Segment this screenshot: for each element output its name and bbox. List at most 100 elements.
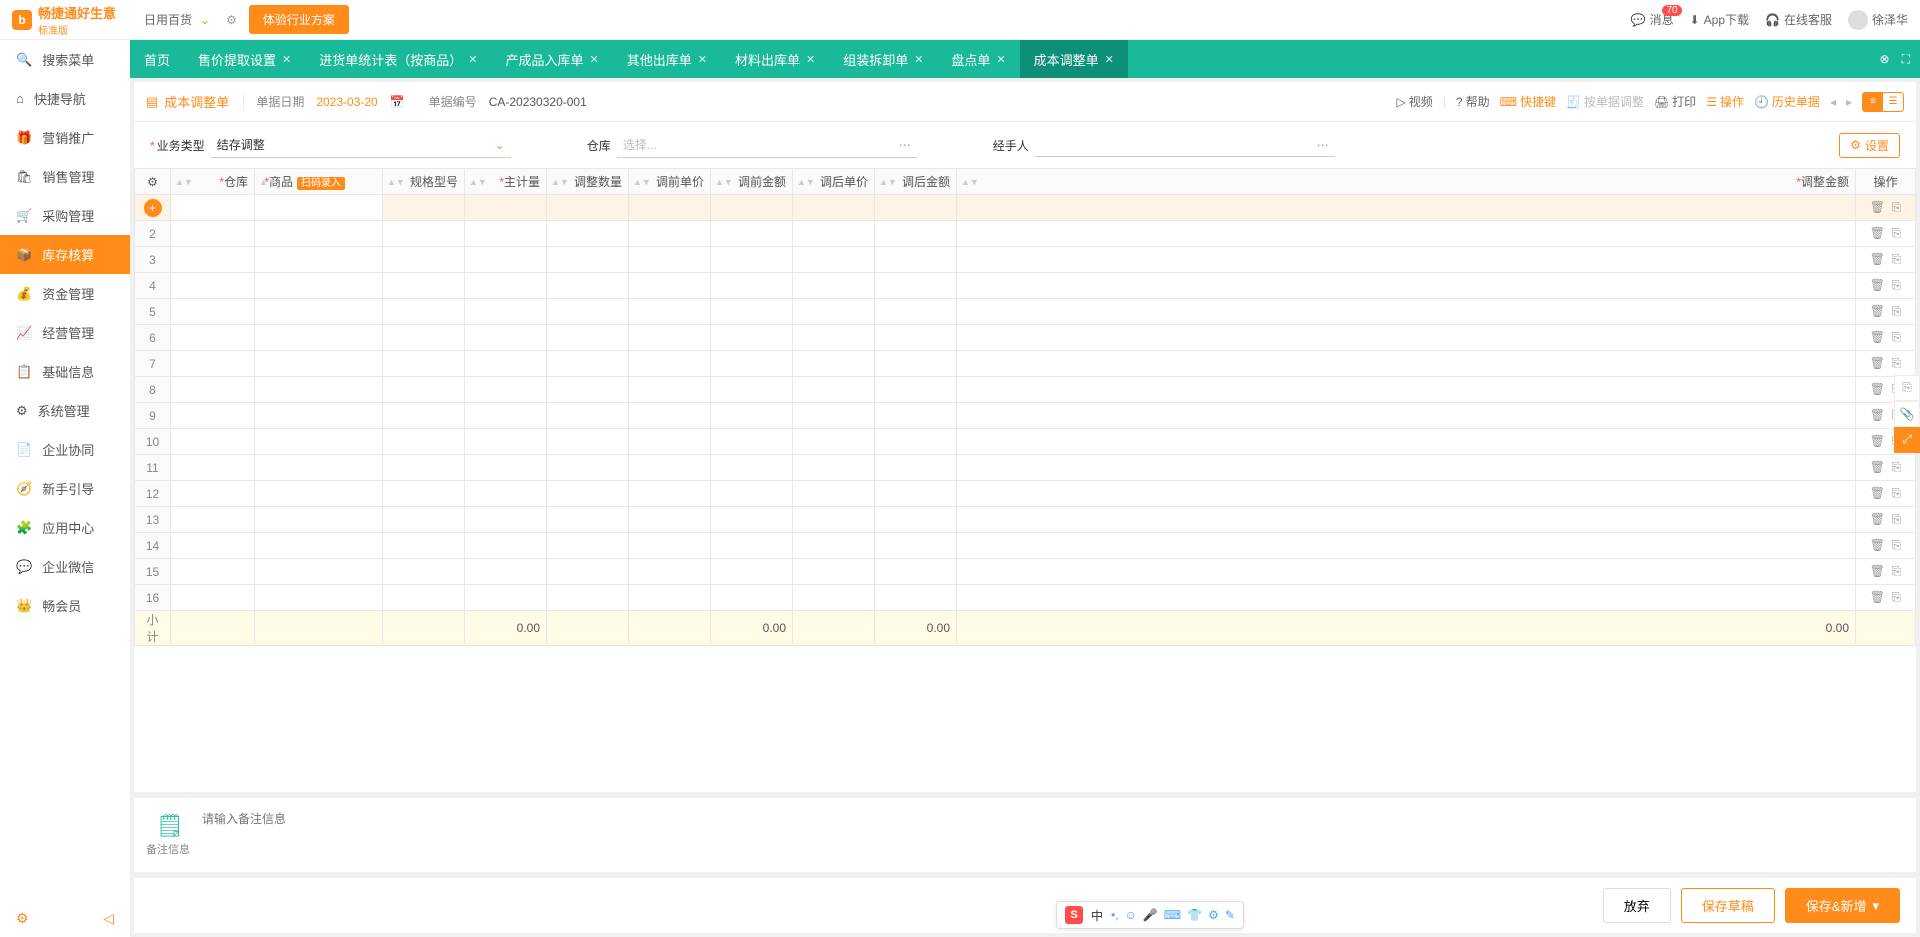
table-row[interactable]: 4🗑 ⎘ [135, 273, 1916, 299]
col-adj-amount[interactable]: ▲▼*调整金额 [957, 169, 1856, 195]
col-pre-amount[interactable]: ▲▼调前金额 [711, 169, 793, 195]
sidebar-item-wechat[interactable]: 💬企业微信 [0, 547, 130, 586]
handler-field[interactable]: 经手人 ⋯ [993, 134, 1335, 157]
by-ticket-button[interactable]: 🧾按单据调整 [1566, 93, 1644, 110]
help-button[interactable]: ?帮助 [1456, 93, 1490, 110]
online-service-button[interactable]: 🎧 在线客服 [1765, 11, 1832, 28]
messages-button[interactable]: 💬 消息 70 [1631, 11, 1674, 28]
close-icon[interactable]: ✕ [806, 53, 815, 66]
delete-icon[interactable]: 🗑 [1870, 564, 1885, 578]
close-icon[interactable]: ✕ [914, 53, 923, 66]
more-icon[interactable]: ⋯ [899, 138, 911, 152]
tab[interactable]: 首页 [130, 40, 184, 78]
operate-button[interactable]: ☰操作 [1706, 93, 1744, 110]
ime-bar[interactable]: S 中 •,☺🎤⌨👕⚙✎ [1056, 901, 1244, 929]
table-row[interactable]: 6🗑 ⎘ [135, 325, 1916, 351]
app-download-button[interactable]: ⬇ App下载 [1690, 11, 1749, 28]
col-adj-qty[interactable]: ▲▼调整数量 [547, 169, 629, 195]
delete-icon[interactable]: 🗑 [1870, 538, 1885, 552]
close-icon[interactable]: ✕ [698, 53, 707, 66]
remarks-input[interactable] [202, 810, 1904, 860]
table-row[interactable]: 8🗑 ⎘ [135, 377, 1916, 403]
card-view-icon[interactable]: ☰ [1883, 93, 1903, 111]
tab[interactable]: 产成品入库单✕ [491, 40, 612, 78]
tab[interactable]: 材料出库单✕ [721, 40, 829, 78]
chevron-down-icon[interactable]: ⌄ [495, 138, 505, 152]
sidebar-item-appcenter[interactable]: 🧩应用中心 [0, 508, 130, 547]
save-draft-button[interactable]: 保存草稿 [1681, 888, 1775, 923]
delete-icon[interactable]: 🗑 [1870, 434, 1885, 448]
delete-icon[interactable]: 🗑 [1870, 460, 1885, 474]
copy-icon[interactable]: ⎘ [1892, 460, 1902, 475]
tab[interactable]: 盘点单✕ [937, 40, 1019, 78]
copy-icon[interactable]: ⎘ [1892, 330, 1902, 345]
copy-icon[interactable]: ⎘ [1892, 512, 1902, 527]
copy-icon[interactable]: ⎘ [1892, 200, 1902, 215]
tab[interactable]: 其他出库单✕ [613, 40, 721, 78]
col-post-amount[interactable]: ▲▼调后金额 [875, 169, 957, 195]
delete-icon[interactable]: 🗑 [1870, 278, 1885, 292]
copy-icon[interactable]: ⎘ [1892, 304, 1902, 319]
delete-icon[interactable]: 🗑 [1870, 304, 1885, 318]
table-row[interactable]: 16🗑 ⎘ [135, 585, 1916, 611]
copy-icon[interactable]: ⎘ [1892, 226, 1902, 241]
doc-date[interactable]: 2023-03-20 [316, 95, 377, 109]
copy-icon[interactable]: ⎘ [1892, 252, 1902, 267]
sidebar-item-system[interactable]: ⚙系统管理 [0, 391, 130, 430]
biz-type-field[interactable]: *业务类型 结存调整 ⌄ [150, 132, 511, 158]
delete-icon[interactable]: 🗑 [1870, 252, 1885, 266]
table-row[interactable]: 7🗑 ⎘ [135, 351, 1916, 377]
calendar-icon[interactable]: 📅 [390, 95, 405, 109]
prev-icon[interactable]: ◂ [1830, 95, 1836, 109]
copy-icon[interactable]: ⎘ [1892, 486, 1902, 501]
table-row[interactable]: 3🗑 ⎘ [135, 247, 1916, 273]
sidebar-item-marketing[interactable]: 🎁营销推广 [0, 118, 130, 157]
sidebar-item-guide[interactable]: 🧭新手引导 [0, 469, 130, 508]
collapse-icon[interactable]: ◁ [103, 910, 114, 927]
copy-icon[interactable]: ⎘ [1892, 278, 1902, 293]
table-row[interactable]: 12🗑 ⎘ [135, 481, 1916, 507]
ime-tools[interactable]: •,☺🎤⌨👕⚙✎ [1111, 908, 1235, 922]
copy-icon[interactable]: ⎘ [1892, 356, 1902, 371]
rail-copy-icon[interactable]: ⎘ [1894, 375, 1920, 401]
sidebar-item-collab[interactable]: 📄企业协同 [0, 430, 130, 469]
list-view-icon[interactable]: ≡ [1863, 93, 1883, 111]
sidebar-item-business[interactable]: 📈经营管理 [0, 313, 130, 352]
shortcut-button[interactable]: ⌨快捷键 [1500, 93, 1556, 110]
sidebar-item-purchase[interactable]: 🛒采购管理 [0, 196, 130, 235]
rail-attach-icon[interactable]: 📎 [1894, 401, 1920, 427]
tab[interactable]: 组装拆卸单✕ [829, 40, 937, 78]
col-settings[interactable]: ⚙ [135, 169, 171, 195]
table-row[interactable]: +🗑 ⎘ [135, 195, 1916, 221]
delete-icon[interactable]: 🗑 [1870, 382, 1885, 396]
copy-icon[interactable]: ⎘ [1892, 538, 1902, 553]
view-toggle[interactable]: ≡ ☰ [1862, 92, 1904, 112]
col-main-qty[interactable]: ▲▼*主计量 [465, 169, 547, 195]
col-post-price[interactable]: ▲▼调后单价 [793, 169, 875, 195]
table-row[interactable]: 11🗑 ⎘ [135, 455, 1916, 481]
delete-icon[interactable]: 🗑 [1870, 512, 1885, 526]
print-button[interactable]: 🖨打印 [1654, 93, 1696, 110]
sidebar-item-sales[interactable]: 🛍销售管理 [0, 157, 130, 196]
table-row[interactable]: 2🗑 ⎘ [135, 221, 1916, 247]
col-product[interactable]: ▲▼ *商品扫码录入 [255, 169, 383, 195]
rail-expand-icon[interactable]: ⤢ [1894, 427, 1920, 453]
table-row[interactable]: 15🗑 ⎘ [135, 559, 1916, 585]
settings-icon[interactable]: ⚙ [16, 910, 29, 927]
settings-button[interactable]: ⚙ 设置 [1839, 133, 1900, 158]
delete-icon[interactable]: 🗑 [1870, 590, 1885, 604]
gear-icon[interactable]: ⚙ [226, 13, 237, 27]
table-row[interactable]: 14🗑 ⎘ [135, 533, 1916, 559]
delete-icon[interactable]: 🗑 [1870, 356, 1885, 370]
sidebar-item-search[interactable]: 🔍搜索菜单 [0, 40, 130, 79]
close-icon[interactable]: ✕ [590, 53, 599, 66]
delete-icon[interactable]: 🗑 [1870, 226, 1885, 240]
col-spec[interactable]: ▲▼规格型号 [383, 169, 465, 195]
col-warehouse[interactable]: ▲▼*仓库 [171, 169, 255, 195]
tab[interactable]: 进货单统计表（按商品）✕ [305, 40, 491, 78]
next-icon[interactable]: ▸ [1846, 95, 1852, 109]
delete-icon[interactable]: 🗑 [1870, 330, 1885, 344]
sidebar-item-finance[interactable]: 💰资金管理 [0, 274, 130, 313]
copy-icon[interactable]: ⎘ [1892, 590, 1902, 605]
save-new-button[interactable]: 保存&新增 ▾ [1785, 888, 1900, 923]
